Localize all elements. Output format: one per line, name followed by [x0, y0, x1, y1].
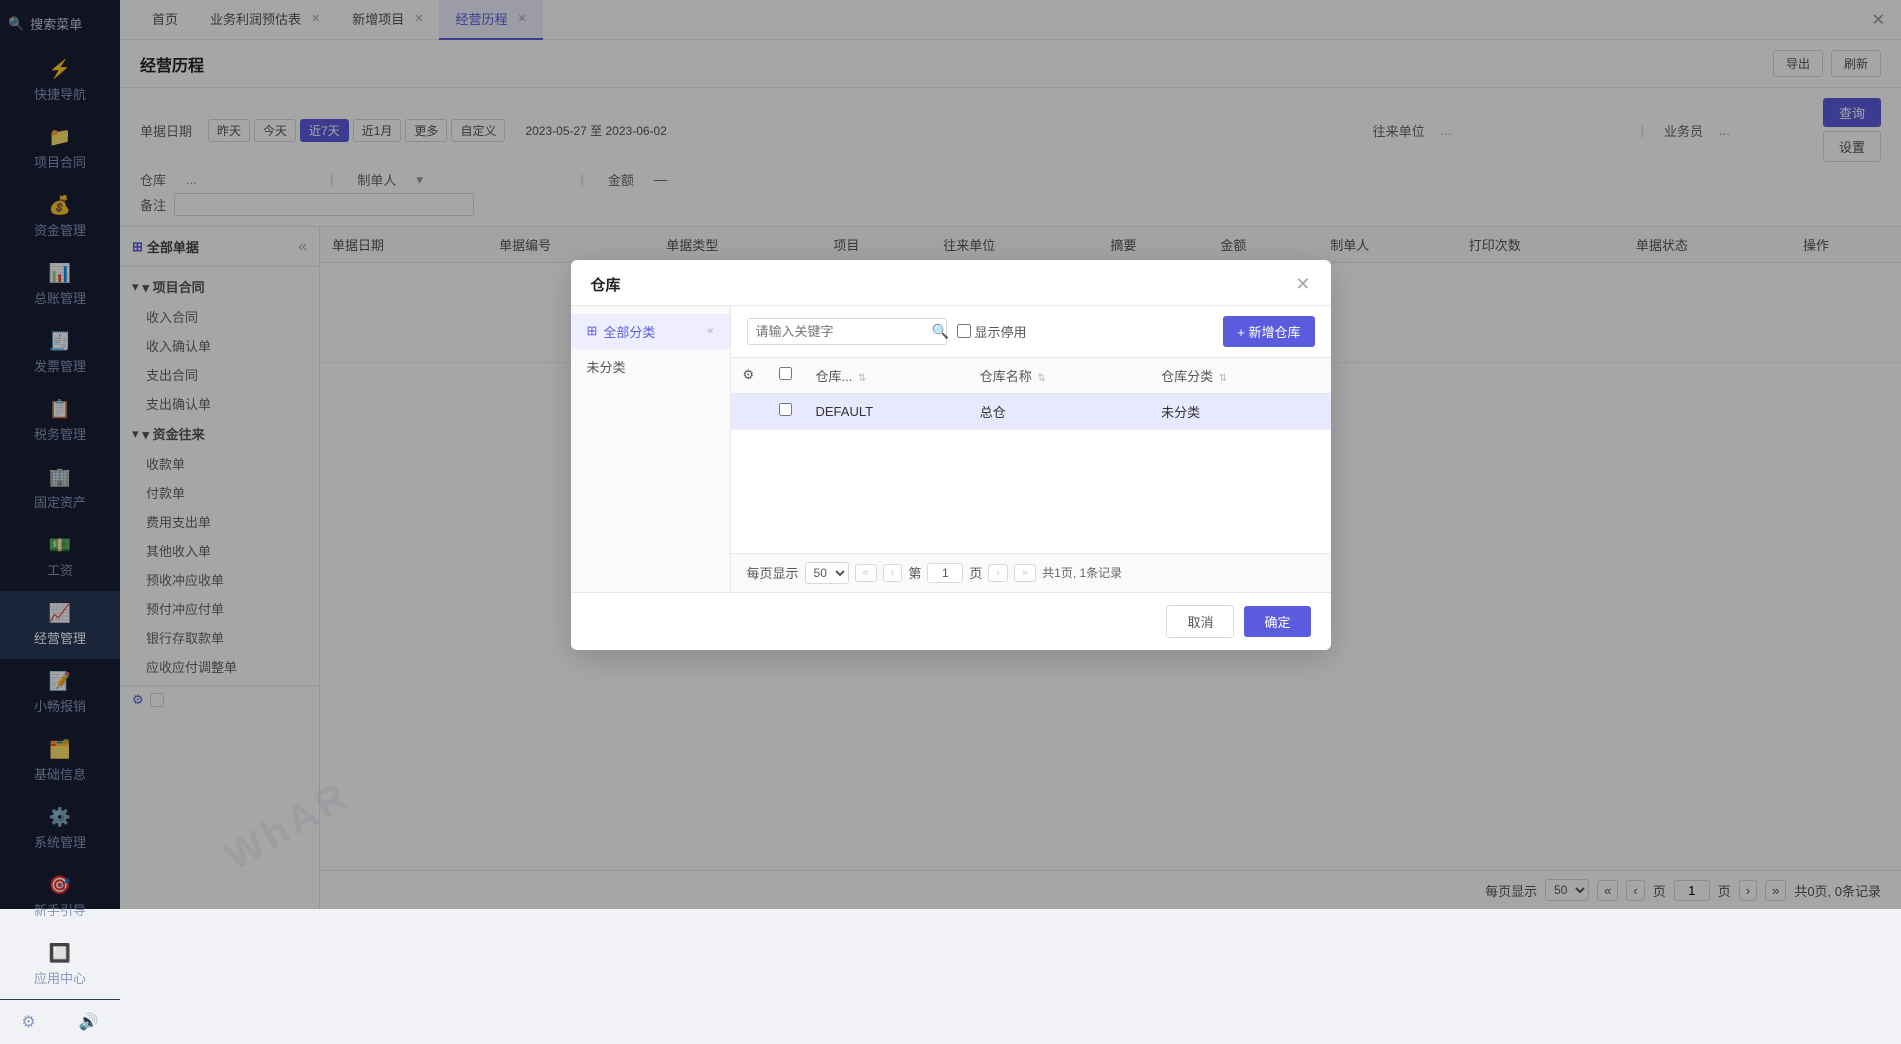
modal-header: 仓库 ✕: [571, 260, 1331, 306]
modal-cancel-button[interactable]: 取消: [1166, 605, 1234, 638]
modal-page-word: 第: [908, 563, 921, 582]
modal-col-name: 仓库名称 ⇅: [968, 358, 1149, 394]
modal-sidebar-all-categories[interactable]: ⊞ 全部分类 «: [571, 314, 730, 349]
modal-page-unit: 页: [969, 563, 982, 582]
modal-sidebar-all-label: 全部分类: [603, 322, 655, 341]
collapse-icon[interactable]: «: [707, 325, 713, 337]
settings-icon[interactable]: ⚙: [21, 1012, 35, 1032]
modal-row-check: [767, 393, 804, 429]
sidebar-item-appcenter[interactable]: 🔲 应用中心: [0, 931, 120, 999]
warehouse-modal: 仓库 ✕ ⊞ 全部分类 « 未分类: [571, 260, 1331, 650]
modal-confirm-button[interactable]: 确定: [1244, 606, 1310, 637]
modal-page-total: 共1页, 1条记录: [1042, 564, 1122, 581]
modal-col-category: 仓库分类 ⇅: [1149, 358, 1330, 394]
volume-icon[interactable]: 🔊: [79, 1012, 99, 1032]
modal-col-check: [767, 358, 804, 394]
modal-overlay: 仓库 ✕ ⊞ 全部分类 « 未分类: [0, 0, 1901, 909]
modal-search-box: 🔍: [747, 318, 947, 345]
modal-col-gear: ⚙: [731, 358, 767, 394]
sort-code-icon: ⇅: [858, 373, 866, 384]
modal-table-row[interactable]: DEFAULT 总仓 未分类: [731, 393, 1331, 429]
modal-row-checkbox[interactable]: [779, 403, 792, 416]
modal-per-page-select[interactable]: 50: [805, 562, 849, 584]
modal-pagination: 每页显示 50 « ‹ 第 页 › » 共1页, 1条记录: [747, 562, 1123, 584]
modal-search-input[interactable]: [756, 324, 932, 339]
modal-row-name: 总仓: [968, 393, 1149, 429]
add-warehouse-button[interactable]: + 新增仓库: [1223, 316, 1314, 347]
modal-page-prev[interactable]: ‹: [883, 564, 903, 582]
modal-sidebar-spacer: [571, 384, 730, 584]
modal-page-next[interactable]: ›: [988, 564, 1008, 582]
modal-toolbar: 🔍 显示停用 + 新增仓库: [731, 306, 1331, 358]
modal-close-button[interactable]: ✕: [1295, 274, 1310, 295]
modal-actions: 取消 确定: [571, 592, 1331, 650]
modal-page-last[interactable]: »: [1014, 564, 1036, 582]
modal-table-wrap: ⚙ 仓库... ⇅ 仓库名称 ⇅: [731, 358, 1331, 553]
modal-table: ⚙ 仓库... ⇅ 仓库名称 ⇅: [731, 358, 1331, 430]
sort-category-icon: ⇅: [1219, 373, 1227, 384]
modal-page-first[interactable]: «: [855, 564, 877, 582]
modal-table-header: ⚙ 仓库... ⇅ 仓库名称 ⇅: [731, 358, 1331, 394]
modal-row-category: 未分类: [1149, 393, 1330, 429]
modal-sidebar-unclassified[interactable]: 未分类: [571, 349, 730, 384]
sidebar-bottom: ⚙ 🔊: [0, 999, 120, 1044]
modal-per-page-label: 每页显示: [747, 563, 799, 582]
modal-title: 仓库: [591, 274, 621, 295]
modal-col-check-all[interactable]: [779, 367, 792, 380]
show-disabled-label[interactable]: 显示停用: [957, 322, 1027, 341]
modal-sidebar: ⊞ 全部分类 « 未分类: [571, 306, 731, 592]
modal-body: ⊞ 全部分类 « 未分类 🔍: [571, 306, 1331, 592]
modal-row-gear: [731, 393, 767, 429]
modal-col-code: 仓库... ⇅: [804, 358, 968, 394]
modal-content: 🔍 显示停用 + 新增仓库 ⚙: [731, 306, 1331, 592]
modal-page-input[interactable]: [927, 563, 963, 583]
appcenter-icon: 🔲: [49, 943, 71, 964]
unclassified-label: 未分类: [587, 357, 626, 376]
category-grid-icon: ⊞: [587, 323, 598, 339]
show-disabled-checkbox[interactable]: [957, 324, 971, 338]
sort-name-icon: ⇅: [1037, 373, 1045, 384]
modal-footer-bar: 每页显示 50 « ‹ 第 页 › » 共1页, 1条记录: [731, 553, 1331, 592]
sidebar-item-label: 应用中心: [34, 968, 86, 987]
modal-search-icon: 🔍: [932, 323, 949, 340]
modal-row-code: DEFAULT: [804, 393, 968, 429]
